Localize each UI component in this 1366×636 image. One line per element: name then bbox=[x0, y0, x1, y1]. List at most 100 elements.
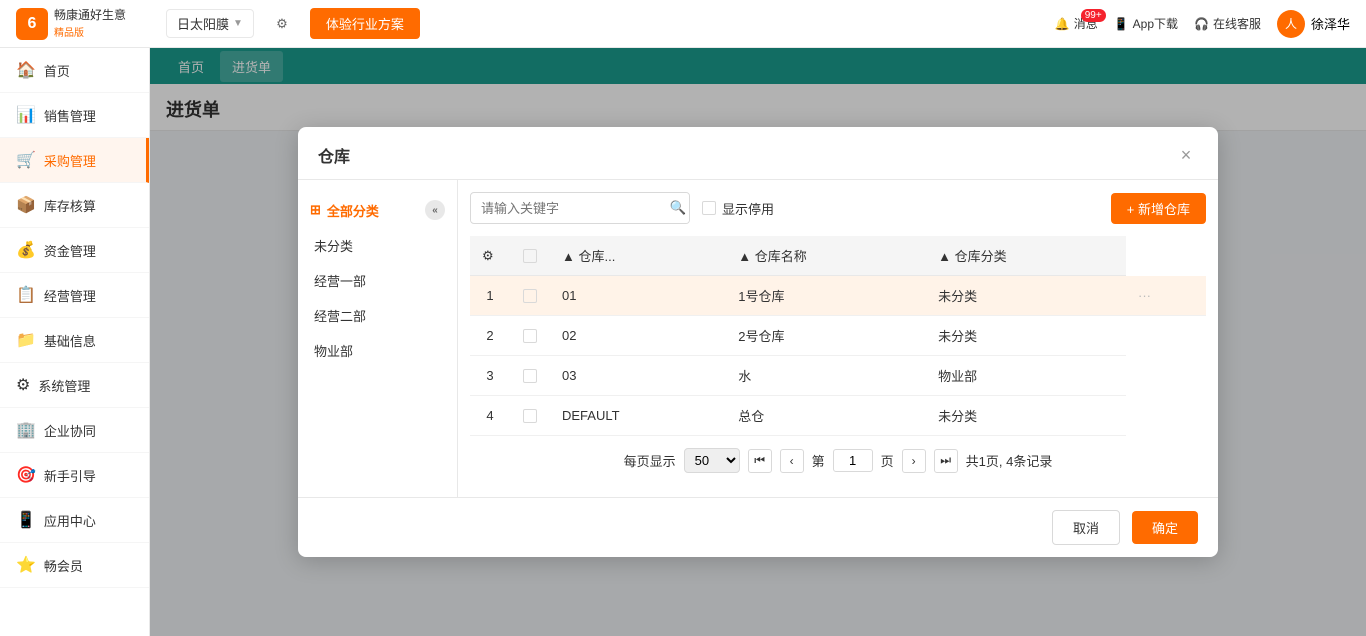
per-page-select[interactable]: 50 10 20 100 bbox=[684, 448, 740, 473]
sidebar-label-stock: 库存核算 bbox=[44, 196, 96, 215]
sidebar-item-enterprise[interactable]: 🏢 企业协同 bbox=[0, 408, 149, 453]
table-row[interactable]: 3 03 水 物业部 bbox=[470, 356, 1206, 396]
first-page-button[interactable]: ⏮ bbox=[748, 449, 772, 473]
category-ops1[interactable]: 经营一部 bbox=[298, 263, 457, 298]
category-property[interactable]: 物业部 bbox=[298, 333, 457, 368]
col-code-header: ▲ 仓库... bbox=[550, 236, 726, 276]
user-avatar: 人 bbox=[1277, 10, 1305, 38]
category-all-label: 全部分类 bbox=[327, 201, 379, 220]
sidebar-item-sales[interactable]: 📊 销售管理 bbox=[0, 93, 149, 138]
row-checkbox-cell[interactable] bbox=[510, 356, 550, 396]
sidebar-label-apps: 应用中心 bbox=[44, 511, 96, 530]
user-name: 徐泽华 bbox=[1311, 14, 1350, 33]
page-di-label: 第 bbox=[812, 451, 825, 470]
apps-icon: 📱 bbox=[16, 510, 36, 530]
row-checkbox[interactable] bbox=[523, 369, 537, 383]
sidebar-label-enterprise: 企业协同 bbox=[44, 421, 96, 440]
search-input[interactable] bbox=[471, 195, 667, 222]
finance-icon: 💰 bbox=[16, 240, 36, 260]
customer-service-item[interactable]: 🎧 在线客服 bbox=[1194, 15, 1261, 32]
home-icon: 🏠 bbox=[16, 60, 36, 80]
main-layout: 🏠 首页 📊 销售管理 🛒 采购管理 📦 库存核算 💰 资金管理 📋 经营管理 … bbox=[0, 48, 1366, 636]
settings-icon: ⚙ bbox=[276, 16, 288, 32]
store-selector[interactable]: 日太阳膜 ▼ bbox=[166, 9, 254, 38]
dialog-header: 仓库 × bbox=[298, 127, 1218, 180]
add-warehouse-button[interactable]: + 新增仓库 bbox=[1111, 193, 1206, 224]
prev-page-button[interactable]: ‹ bbox=[780, 449, 804, 473]
sidebar-item-system[interactable]: ⚙ 系统管理 bbox=[0, 363, 149, 408]
dialog-close-button[interactable]: × bbox=[1174, 143, 1198, 167]
table-row[interactable]: 1 01 1号仓库 未分类 ··· bbox=[470, 276, 1206, 316]
show-disabled-label[interactable]: 显示停用 bbox=[702, 199, 774, 218]
next-page-button[interactable]: › bbox=[902, 449, 926, 473]
sidebar-label-member: 畅会员 bbox=[44, 556, 83, 575]
dialog-footer: 取消 确定 bbox=[298, 497, 1218, 557]
sidebar-label-basic: 基础信息 bbox=[44, 331, 96, 350]
show-disabled-checkbox[interactable] bbox=[702, 201, 716, 215]
row-index: 4 bbox=[470, 396, 510, 436]
notifications-badge: 99+ bbox=[1081, 9, 1106, 22]
logo-icon: 6 bbox=[16, 8, 48, 40]
sidebar-item-home[interactable]: 🏠 首页 bbox=[0, 48, 149, 93]
row-checkbox-cell[interactable] bbox=[510, 396, 550, 436]
row-checkbox[interactable] bbox=[523, 289, 537, 303]
sidebar-item-basic[interactable]: 📁 基础信息 bbox=[0, 318, 149, 363]
sidebar-label-operations: 经营管理 bbox=[44, 286, 96, 305]
cancel-button[interactable]: 取消 bbox=[1052, 510, 1120, 545]
row-checkbox[interactable] bbox=[523, 329, 537, 343]
basic-icon: 📁 bbox=[16, 330, 36, 350]
select-all-checkbox[interactable] bbox=[523, 249, 537, 263]
category-uncat[interactable]: 未分类 bbox=[298, 228, 457, 263]
col-category-header: ▲ 仓库分类 bbox=[926, 236, 1126, 276]
row-index: 2 bbox=[470, 316, 510, 356]
row-category: 未分类 bbox=[926, 316, 1126, 356]
sidebar-label-guide: 新手引导 bbox=[44, 466, 96, 485]
current-page-input[interactable] bbox=[833, 449, 873, 472]
table-row[interactable]: 4 DEFAULT 总仓 未分类 bbox=[470, 396, 1206, 436]
row-index: 1 bbox=[470, 276, 510, 316]
settings-button[interactable]: ⚙ bbox=[266, 8, 298, 40]
sidebar-item-guide[interactable]: 🎯 新手引导 bbox=[0, 453, 149, 498]
sidebar-item-operations[interactable]: 📋 经营管理 bbox=[0, 273, 149, 318]
sidebar-label-system: 系统管理 bbox=[38, 376, 90, 395]
row-checkbox-cell[interactable] bbox=[510, 316, 550, 356]
last-page-button[interactable]: ⏭ bbox=[934, 449, 958, 473]
sidebar-label-home: 首页 bbox=[44, 61, 70, 80]
row-category: 未分类 bbox=[926, 396, 1126, 436]
row-code: 01 bbox=[550, 276, 726, 316]
sidebar-label-sales: 销售管理 bbox=[44, 106, 96, 125]
sidebar-item-purchase[interactable]: 🛒 采购管理 bbox=[0, 138, 149, 183]
row-actions[interactable]: ··· bbox=[1126, 276, 1206, 316]
table-header-row: ⚙ ▲ 仓库... ▲ 仓库名称 bbox=[470, 236, 1206, 276]
top-header: 6 畅康通好生意 精品版 日太阳膜 ▼ ⚙ 体验行业方案 🔔 消息 99+ 📱 … bbox=[0, 0, 1366, 48]
row-category: 物业部 bbox=[926, 356, 1126, 396]
sidebar-item-stock[interactable]: 📦 库存核算 bbox=[0, 183, 149, 228]
col-checkbox-header bbox=[510, 236, 550, 276]
per-page-label: 每页显示 bbox=[624, 451, 676, 470]
category-ops2[interactable]: 经营二部 bbox=[298, 298, 457, 333]
logo-sub: 精品版 bbox=[54, 24, 126, 39]
table-row[interactable]: 2 02 2号仓库 未分类 bbox=[470, 316, 1206, 356]
system-icon: ⚙ bbox=[16, 375, 30, 395]
purchase-icon: 🛒 bbox=[16, 150, 36, 170]
sidebar-label-purchase: 采购管理 bbox=[44, 151, 96, 170]
row-checkbox-cell[interactable] bbox=[510, 276, 550, 316]
trial-button[interactable]: 体验行业方案 bbox=[310, 8, 420, 39]
app-download-item[interactable]: 📱 App下载 bbox=[1114, 15, 1178, 32]
sidebar-item-member[interactable]: ⭐ 畅会员 bbox=[0, 543, 149, 588]
search-button[interactable]: 🔍 bbox=[667, 193, 689, 223]
collapse-button[interactable]: « bbox=[425, 200, 445, 220]
pagination: 每页显示 50 10 20 100 ⏮ ‹ 第 页 bbox=[470, 436, 1206, 485]
header-middle: 日太阳膜 ▼ ⚙ 体验行业方案 bbox=[166, 8, 1055, 40]
col-settings-header: ⚙ bbox=[470, 236, 510, 276]
user-info[interactable]: 人 徐泽华 bbox=[1277, 10, 1350, 38]
row-checkbox[interactable] bbox=[523, 409, 537, 423]
guide-icon: 🎯 bbox=[16, 465, 36, 485]
category-all[interactable]: ⊞ 全部分类 « bbox=[298, 192, 457, 228]
warehouse-dialog: 仓库 × ⊞ 全部分类 « 未分类 经营一部 经营二部 bbox=[298, 127, 1218, 557]
member-icon: ⭐ bbox=[16, 555, 36, 575]
notifications-item[interactable]: 🔔 消息 99+ bbox=[1055, 15, 1098, 32]
sidebar-item-finance[interactable]: 💰 资金管理 bbox=[0, 228, 149, 273]
sidebar-item-apps[interactable]: 📱 应用中心 bbox=[0, 498, 149, 543]
confirm-button[interactable]: 确定 bbox=[1132, 511, 1198, 544]
